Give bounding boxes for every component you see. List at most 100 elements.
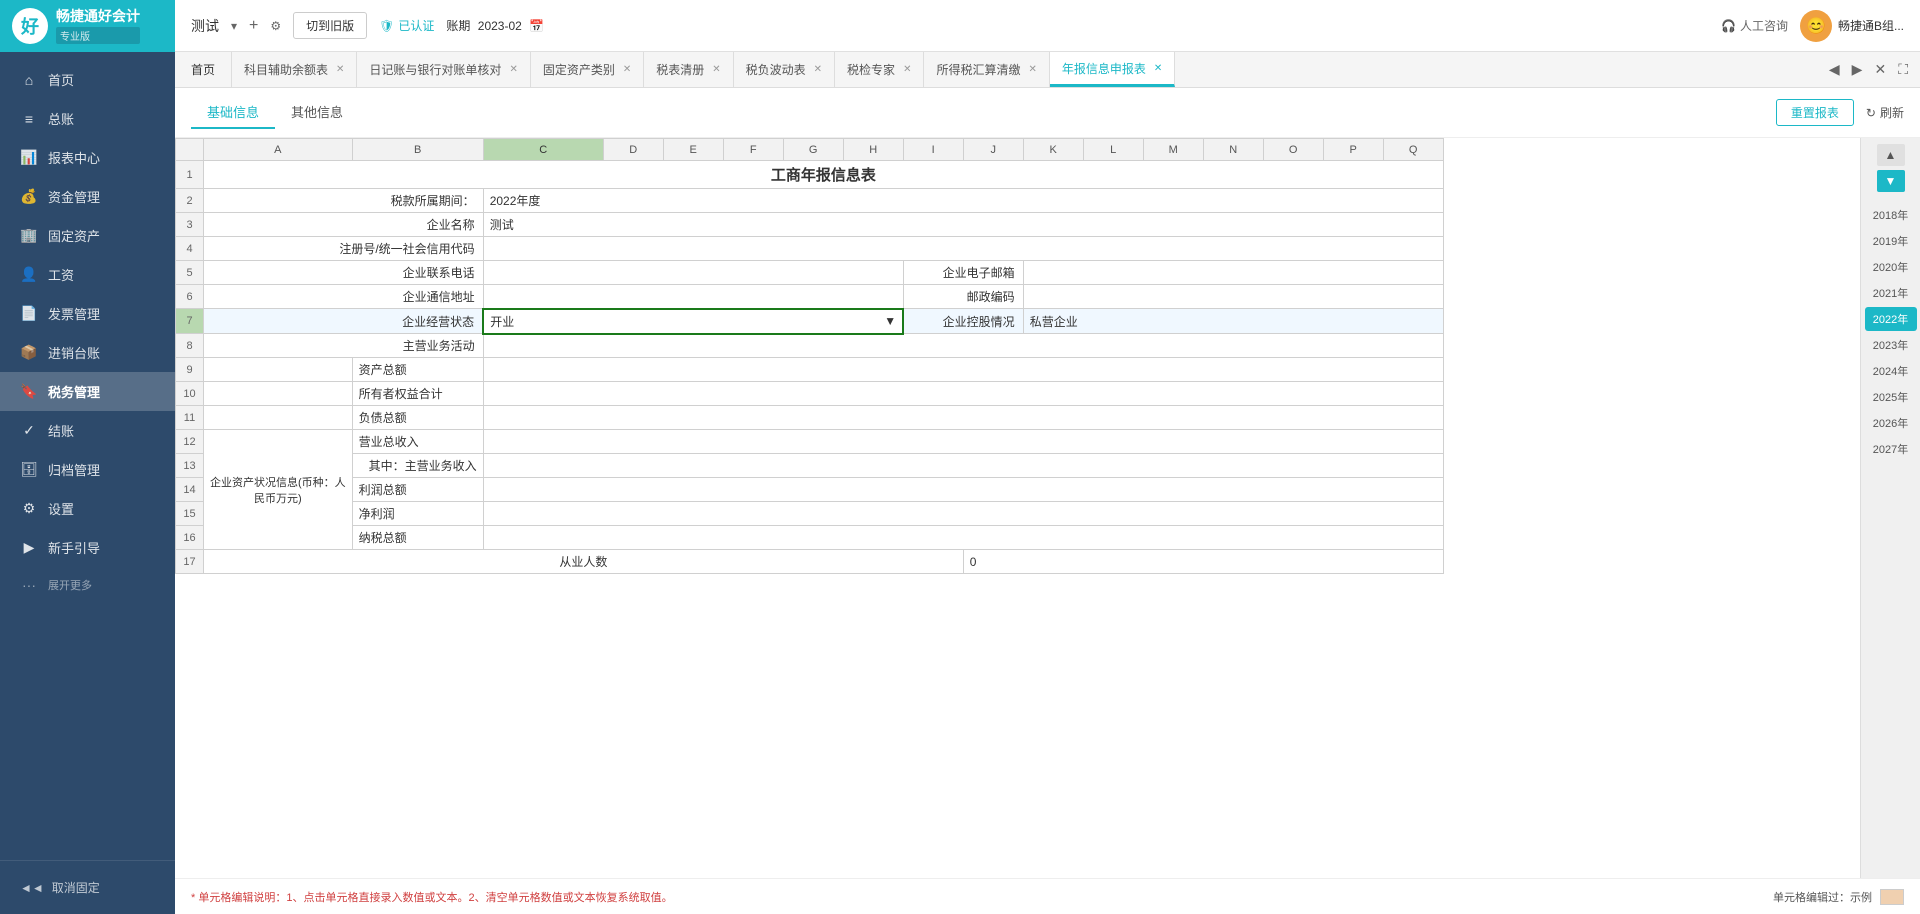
holding-label: 企业控股情况 [903, 309, 1023, 334]
tab-prev-btn[interactable]: ◀ [1825, 59, 1844, 80]
sidebar-item-home[interactable]: ⌂ 首页 [0, 60, 175, 99]
switch-old-btn[interactable]: 切到旧版 [293, 12, 367, 39]
sidebar-item-invoice[interactable]: 📄 发票管理 [0, 294, 175, 333]
sidebar-item-salary[interactable]: 👤 工资 [0, 255, 175, 294]
biz-status-value[interactable]: 开业 ▼ [483, 309, 903, 334]
tab-income-tax[interactable]: 所得税汇算清缴 ✕ [924, 52, 1049, 87]
close-tab-auxiliary[interactable]: ✕ [336, 64, 344, 75]
tab-expand-btn[interactable]: ⛶ [1894, 59, 1912, 80]
close-tab-annual-report[interactable]: ✕ [1154, 63, 1162, 74]
tab-close-all-btn[interactable]: ✕ [1870, 59, 1890, 80]
profit-label: 利润总额 [352, 478, 483, 502]
sidebar-item-more[interactable]: ··· 展开更多 [0, 567, 175, 603]
row-15: 15 净利润 [176, 502, 1444, 526]
tab-next-btn[interactable]: ▶ [1848, 59, 1867, 80]
tab-tax-fluctuation[interactable]: 税负波动表 ✕ [734, 52, 835, 87]
logo: 好 畅捷通好会计 专业版 [0, 0, 175, 52]
scroll-up-btn[interactable]: ▲ [1877, 144, 1905, 166]
year-2020[interactable]: 2020年 [1865, 255, 1917, 279]
row-num-10: 10 [176, 382, 204, 406]
row-num-4: 4 [176, 237, 204, 261]
address-value[interactable] [483, 285, 903, 309]
close-tab-fixed-asset[interactable]: ✕ [623, 64, 631, 75]
close-tab-tax-fluctuation[interactable]: ✕ [814, 64, 822, 75]
employee-value[interactable]: 0 [963, 550, 1443, 574]
biz-status-dropdown[interactable]: 开业 ▼ [490, 313, 896, 330]
email-value[interactable] [1023, 261, 1443, 285]
close-tab-tax-forms[interactable]: ✕ [712, 64, 720, 75]
spreadsheet-body[interactable]: A B C D E F G H I J [175, 138, 1860, 878]
close-tab-journal[interactable]: ✕ [509, 64, 517, 75]
company-name-value[interactable]: 测试 [483, 213, 1443, 237]
add-btn[interactable]: + [249, 17, 258, 35]
biz-status-label: 企业经营状态 [204, 309, 484, 334]
close-tab-tax-inspection[interactable]: ✕ [903, 64, 911, 75]
net-profit-label: 净利润 [352, 502, 483, 526]
holding-value[interactable]: 私营企业 [1023, 309, 1443, 334]
user-menu[interactable]: 😊 畅捷通B组... [1800, 10, 1904, 42]
tab-tax-forms[interactable]: 税表清册 ✕ [644, 52, 733, 87]
year-2018[interactable]: 2018年 [1865, 203, 1917, 227]
tax-total-value[interactable] [483, 526, 1443, 550]
tab-tax-inspection[interactable]: 税检专家 ✕ [835, 52, 924, 87]
tab-fixed-asset[interactable]: 固定资产类别 ✕ [531, 52, 644, 87]
year-2019[interactable]: 2019年 [1865, 229, 1917, 253]
reg-code-value[interactable] [483, 237, 1443, 261]
row-8: 8 主营业务活动 [176, 334, 1444, 358]
row-10: 10 所有者权益合计 [176, 382, 1444, 406]
collapse-label: 取消固定 [52, 879, 100, 896]
toolbar-actions: 重置报表 ↻ 刷新 [1776, 99, 1904, 126]
scroll-down-btn[interactable]: ▼ [1877, 170, 1905, 192]
sidebar-item-guide[interactable]: ▶ 新手引导 [0, 528, 175, 567]
reset-btn[interactable]: 重置报表 [1776, 99, 1854, 126]
tax-period-label: 税款所属期间： [204, 189, 484, 213]
net-profit-value[interactable] [483, 502, 1443, 526]
dropdown-arrow[interactable]: ▾ [231, 19, 237, 33]
sidebar-item-ledger[interactable]: ≡ 总账 [0, 99, 175, 138]
service-btn[interactable]: 🎧 人工咨询 [1721, 17, 1788, 34]
sidebar-item-asset[interactable]: 🏢 固定资产 [0, 216, 175, 255]
year-2022[interactable]: 2022年 [1865, 307, 1917, 331]
equity-value[interactable] [483, 382, 1443, 406]
refresh-btn[interactable]: ↻ 刷新 [1866, 104, 1904, 121]
main-biz-value[interactable] [483, 334, 1443, 358]
year-2027[interactable]: 2027年 [1865, 437, 1917, 461]
sidebar-item-stock[interactable]: 📦 进销台账 [0, 333, 175, 372]
year-2021[interactable]: 2021年 [1865, 281, 1917, 305]
sidebar-item-close[interactable]: ✓ 结账 [0, 411, 175, 450]
sidebar-item-fund[interactable]: 💰 资金管理 [0, 177, 175, 216]
tax-period-value[interactable]: 2022年度 [483, 189, 1443, 213]
close-tab-income-tax[interactable]: ✕ [1028, 64, 1036, 75]
year-2025[interactable]: 2025年 [1865, 385, 1917, 409]
revenue-value[interactable] [483, 430, 1443, 454]
sub-tab-basic[interactable]: 基础信息 [191, 96, 275, 129]
asset-info-group-label: 企业资产状况信息(币种：人民币万元) [204, 430, 353, 550]
liabilities-value[interactable] [483, 406, 1443, 430]
tab-home[interactable]: 首页 [175, 52, 232, 87]
main-revenue-value[interactable] [483, 454, 1443, 478]
tab-annual-report[interactable]: 年报信息申报表 ✕ [1050, 52, 1175, 87]
tab-journal[interactable]: 日记账与银行对账单核对 ✕ [357, 52, 530, 87]
total-assets-value[interactable] [483, 358, 1443, 382]
email-label: 企业电子邮箱 [903, 261, 1023, 285]
title-cell[interactable]: 工商年报信息表 [204, 161, 1444, 189]
sidebar-item-label: 首页 [48, 70, 74, 89]
year-2023[interactable]: 2023年 [1865, 333, 1917, 357]
sidebar-item-archive[interactable]: 🗄 归档管理 [0, 450, 175, 489]
row-4: 4 注册号/统一社会信用代码 [176, 237, 1444, 261]
phone-value[interactable] [483, 261, 903, 285]
year-2026[interactable]: 2026年 [1865, 411, 1917, 435]
sub-tab-other[interactable]: 其他信息 [275, 96, 359, 129]
collapse-btn[interactable]: ◄◄ 取消固定 [0, 869, 175, 906]
row-11: 11 负债总额 [176, 406, 1444, 430]
year-2024[interactable]: 2024年 [1865, 359, 1917, 383]
dropdown-arrow-icon[interactable]: ▼ [884, 314, 896, 328]
main-biz-label: 主营业务活动 [204, 334, 484, 358]
sidebar-item-tax[interactable]: 🔖 税务管理 [0, 372, 175, 411]
sidebar-item-report[interactable]: 📊 报表中心 [0, 138, 175, 177]
postcode-value[interactable] [1023, 285, 1443, 309]
sidebar-item-settings[interactable]: ⚙ 设置 [0, 489, 175, 528]
profit-value[interactable] [483, 478, 1443, 502]
tab-auxiliary[interactable]: 科目辅助余额表 ✕ [232, 52, 357, 87]
gear-btn[interactable]: ⚙ [270, 19, 281, 33]
